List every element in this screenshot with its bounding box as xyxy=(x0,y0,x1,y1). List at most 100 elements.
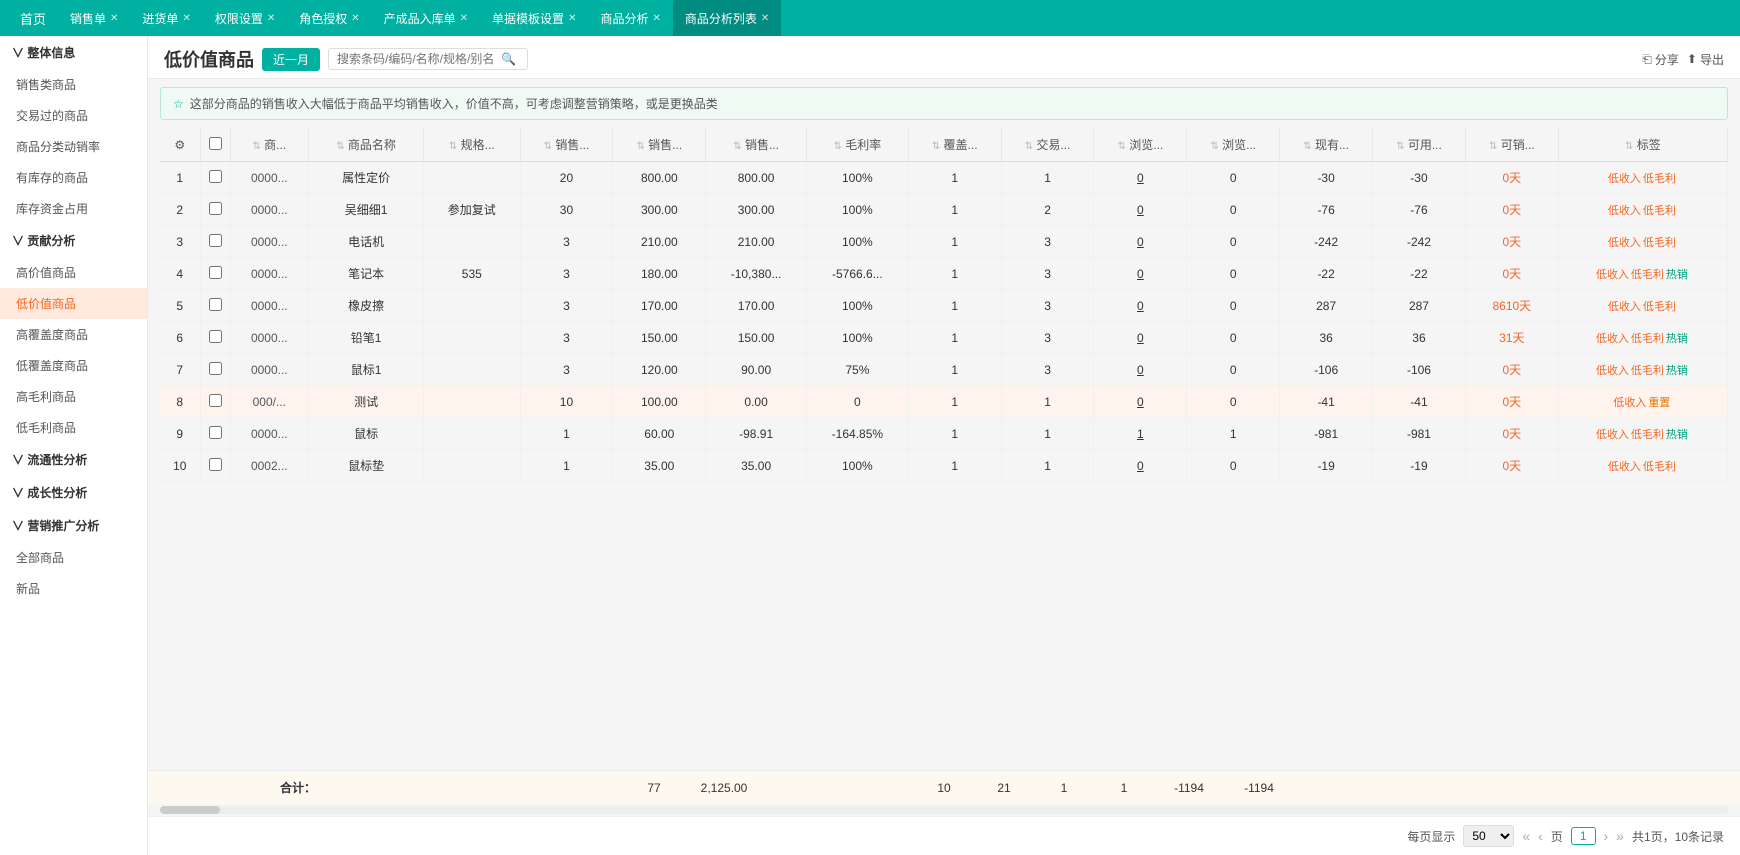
row-browse1[interactable]: 0 xyxy=(1094,354,1187,386)
nav-close-role[interactable]: ✕ xyxy=(351,13,359,24)
row-browse1[interactable]: 0 xyxy=(1094,162,1187,194)
export-button[interactable]: ⬆ 导出 xyxy=(1687,51,1724,68)
col-stock2[interactable]: ⇅ 可用... xyxy=(1373,128,1466,162)
col-s1[interactable]: ⇅ 销售... xyxy=(520,128,613,162)
col-stock1[interactable]: ⇅ 现有... xyxy=(1280,128,1373,162)
sidebar-item-traded-goods[interactable]: 交易过的商品 xyxy=(0,100,147,131)
col-browse2[interactable]: ⇅ 浏览... xyxy=(1187,128,1280,162)
nav-permission[interactable]: 权限设置 ✕ xyxy=(203,0,287,36)
row-checkbox[interactable] xyxy=(209,426,222,439)
nav-inventory[interactable]: 产成品入库单 ✕ xyxy=(372,0,480,36)
search-icon[interactable]: 🔍 xyxy=(501,52,516,66)
sidebar-group-overall[interactable]: ∨ 整体信息 xyxy=(0,36,147,69)
sidebar-item-high-margin[interactable]: 高毛利商品 xyxy=(0,381,147,412)
row-checkbox[interactable] xyxy=(209,362,222,375)
per-page-select[interactable]: 50 100 200 xyxy=(1463,825,1514,847)
sidebar-group-flow[interactable]: ∨ 流通性分析 xyxy=(0,443,147,476)
row-checkbox[interactable] xyxy=(209,170,222,183)
row-browse1[interactable]: 0 xyxy=(1094,450,1187,482)
sidebar-item-low-margin[interactable]: 低毛利商品 xyxy=(0,412,147,443)
search-input[interactable] xyxy=(337,52,497,66)
footer-total: 合计： 77 2,125.00 10 21 1 1 -1194 -1194 xyxy=(148,770,1740,804)
browse-link[interactable]: 0 xyxy=(1137,235,1144,249)
tab-recent-month[interactable]: 近一月 xyxy=(262,48,320,71)
scroll-bar[interactable] xyxy=(160,806,1728,814)
browse-link[interactable]: 0 xyxy=(1137,203,1144,217)
col-spec[interactable]: ⇅ 规格... xyxy=(424,128,520,162)
nav-role[interactable]: 角色授权 ✕ xyxy=(287,0,371,36)
sidebar-item-inventory-fund[interactable]: 库存资金占用 xyxy=(0,193,147,224)
col-s2[interactable]: ⇅ 销售... xyxy=(613,128,706,162)
row-checkbox[interactable] xyxy=(209,202,222,215)
row-checkbox-cell xyxy=(200,162,230,194)
col-stock3[interactable]: ⇅ 可销... xyxy=(1465,128,1558,162)
row-browse1[interactable]: 1 xyxy=(1094,418,1187,450)
col-name[interactable]: ⇅ 商品名称 xyxy=(309,128,424,162)
current-page[interactable]: 1 xyxy=(1571,827,1596,845)
nav-close-template[interactable]: ✕ xyxy=(568,13,576,24)
sidebar-item-all-goods[interactable]: 全部商品 xyxy=(0,542,147,573)
browse-link[interactable]: 0 xyxy=(1137,299,1144,313)
nav-close-purchase[interactable]: ✕ xyxy=(182,13,190,24)
nav-purchase[interactable]: 进货单 ✕ xyxy=(130,0,202,36)
row-browse1[interactable]: 0 xyxy=(1094,322,1187,354)
col-trade[interactable]: ⇅ 交易... xyxy=(1001,128,1094,162)
row-browse1[interactable]: 0 xyxy=(1094,258,1187,290)
row-checkbox[interactable] xyxy=(209,266,222,279)
nav-product-list[interactable]: 商品分析列表 ✕ xyxy=(673,0,781,36)
col-checkbox[interactable] xyxy=(200,128,230,162)
row-checkbox[interactable] xyxy=(209,394,222,407)
sidebar-item-stocked-goods[interactable]: 有库存的商品 xyxy=(0,162,147,193)
prev-page-btn[interactable]: ‹ xyxy=(1538,828,1543,844)
browse-link[interactable]: 0 xyxy=(1137,267,1144,281)
browse-link[interactable]: 0 xyxy=(1137,395,1144,409)
nav-template[interactable]: 单据模板设置 ✕ xyxy=(480,0,588,36)
row-checkbox[interactable] xyxy=(209,330,222,343)
col-browse1[interactable]: ⇅ 浏览... xyxy=(1094,128,1187,162)
nav-close-product-analysis[interactable]: ✕ xyxy=(652,13,660,24)
sidebar-item-sales-goods[interactable]: 销售类商品 xyxy=(0,69,147,100)
share-button[interactable]: ⎗ 分享 xyxy=(1642,51,1679,68)
first-page-btn[interactable]: « xyxy=(1522,828,1530,844)
sidebar-item-high-coverage[interactable]: 高覆盖度商品 xyxy=(0,319,147,350)
nav-sales[interactable]: 销售单 ✕ xyxy=(58,0,130,36)
sidebar-item-low-value[interactable]: 低价值商品 xyxy=(0,288,147,319)
col-settings[interactable]: ⚙ xyxy=(160,128,200,162)
browse-link[interactable]: 0 xyxy=(1137,331,1144,345)
sidebar-item-high-value[interactable]: 高价值商品 xyxy=(0,257,147,288)
select-all-checkbox[interactable] xyxy=(209,137,222,150)
last-page-btn[interactable]: » xyxy=(1616,828,1624,844)
row-checkbox[interactable] xyxy=(209,458,222,471)
sidebar-item-category-rate[interactable]: 商品分类动销率 xyxy=(0,131,147,162)
col-cover[interactable]: ⇅ 覆盖... xyxy=(908,128,1001,162)
row-checkbox[interactable] xyxy=(209,298,222,311)
row-browse1[interactable]: 0 xyxy=(1094,290,1187,322)
row-browse1[interactable]: 0 xyxy=(1094,194,1187,226)
browse-link[interactable]: 0 xyxy=(1137,459,1144,473)
row-checkbox[interactable] xyxy=(209,234,222,247)
scroll-thumb[interactable] xyxy=(160,806,220,814)
row-browse1[interactable]: 0 xyxy=(1094,226,1187,258)
next-page-btn[interactable]: › xyxy=(1604,828,1609,844)
col-s3[interactable]: ⇅ 销售... xyxy=(706,128,807,162)
nav-close-product-list[interactable]: ✕ xyxy=(761,13,769,24)
nav-close-sales[interactable]: ✕ xyxy=(110,13,118,24)
nav-home[interactable]: 首页 xyxy=(8,0,58,36)
nav-close-inventory[interactable]: ✕ xyxy=(460,13,468,24)
sidebar-group-growth[interactable]: ∨ 成长性分析 xyxy=(0,476,147,509)
browse-link[interactable]: 0 xyxy=(1137,363,1144,377)
sidebar-group-marketing[interactable]: ∨ 营销推广分析 xyxy=(0,509,147,542)
sidebar-item-new-goods[interactable]: 新品 xyxy=(0,573,147,604)
nav-close-permission[interactable]: ✕ xyxy=(267,13,275,24)
col-code[interactable]: ⇅ 商... xyxy=(230,128,309,162)
row-browse2: 0 xyxy=(1187,258,1280,290)
row-browse1[interactable]: 0 xyxy=(1094,386,1187,418)
browse-link[interactable]: 1 xyxy=(1137,427,1144,441)
col-gross[interactable]: ⇅ 毛利率 xyxy=(806,128,908,162)
nav-product-analysis[interactable]: 商品分析 ✕ xyxy=(588,0,672,36)
sidebar-group-contribution[interactable]: ∨ 贡献分析 xyxy=(0,224,147,257)
sidebar-item-low-coverage[interactable]: 低覆盖度商品 xyxy=(0,350,147,381)
browse-link[interactable]: 0 xyxy=(1137,171,1144,185)
search-box[interactable]: 🔍 xyxy=(328,48,528,70)
col-tags[interactable]: ⇅ 标签 xyxy=(1558,128,1727,162)
